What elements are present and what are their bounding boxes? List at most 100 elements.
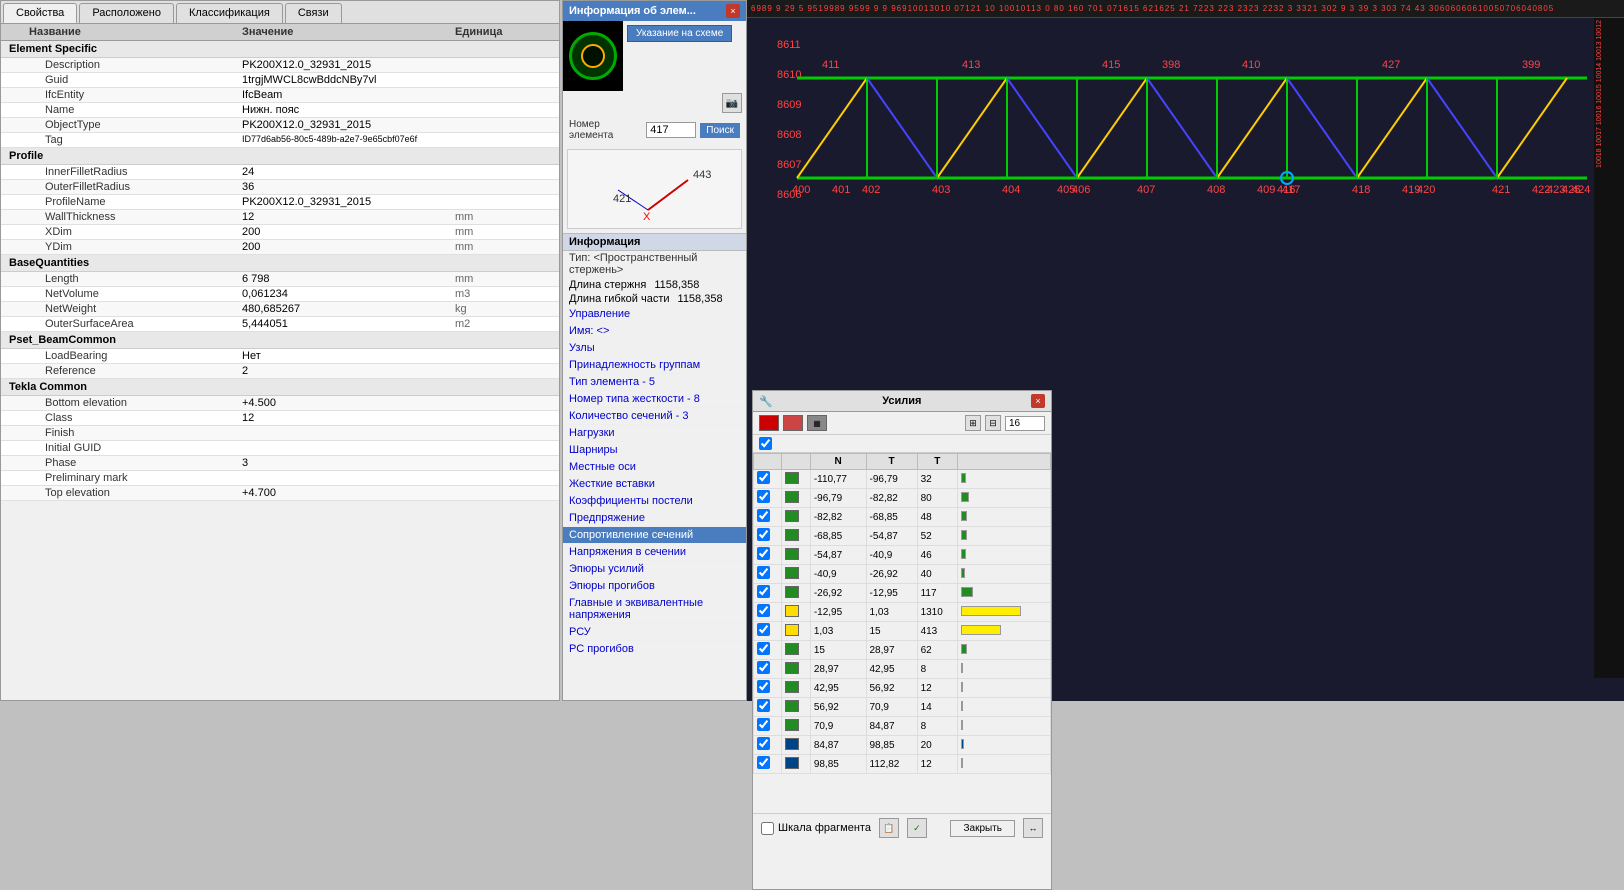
row-v1: -110,77 [810, 470, 866, 489]
element-diagram-svg: 443 421 X [568, 150, 738, 228]
svg-text:8608: 8608 [777, 129, 801, 141]
row-bar [958, 508, 1051, 527]
forces-table-row: -96,79-82,8280 [754, 489, 1051, 508]
row-bar [958, 660, 1051, 679]
camera-icon[interactable]: 📷 [722, 93, 742, 113]
link-group[interactable]: Принадлежность группам [563, 357, 746, 374]
color-btn-red[interactable] [759, 415, 779, 431]
col-unit-header: Единица [455, 26, 535, 38]
collapse-icon[interactable]: ⊟ [985, 415, 1001, 431]
row-check[interactable] [754, 660, 782, 679]
link-rsu[interactable]: РСУ [563, 624, 746, 641]
link-rigid-inserts[interactable]: Жесткие вставки [563, 476, 746, 493]
row-check[interactable] [754, 546, 782, 565]
forces-checkbox[interactable] [759, 437, 772, 450]
row-bar [958, 698, 1051, 717]
properties-body[interactable]: Element Specific DescriptionPK200X12.0_3… [1, 41, 559, 700]
row-v3: 12 [917, 679, 958, 698]
row-check[interactable] [754, 641, 782, 660]
link-force-diagrams[interactable]: Эпюры усилий [563, 561, 746, 578]
row-check[interactable] [754, 622, 782, 641]
tab-classification[interactable]: Классификация [176, 3, 283, 23]
row-bar [958, 546, 1051, 565]
prop-finish: Finish [1, 426, 559, 441]
row-check[interactable] [754, 717, 782, 736]
forces-table-row: -26,92-12,95117 [754, 584, 1051, 603]
expand-icon[interactable]: ⊞ [965, 415, 981, 431]
grid-btn[interactable]: ▦ [807, 415, 827, 431]
link-nodes[interactable]: Узлы [563, 340, 746, 357]
link-rs-deflections[interactable]: РС прогибов [563, 641, 746, 658]
prop-wallthickness: WallThickness12mm [1, 210, 559, 225]
link-name[interactable]: Имя: <> [563, 323, 746, 340]
row-check[interactable] [754, 584, 782, 603]
row-check[interactable] [754, 736, 782, 755]
svg-text:403: 403 [932, 184, 950, 196]
row-v3: 52 [917, 527, 958, 546]
row-v3: 46 [917, 546, 958, 565]
link-prestress[interactable]: Предпряжение [563, 510, 746, 527]
copy-icon[interactable]: 📋 [879, 818, 899, 838]
row-color [781, 603, 810, 622]
row-v2: -82,82 [866, 489, 917, 508]
link-bedding[interactable]: Коэффициенты постели [563, 493, 746, 510]
prop-tag: TagID77d6ab56-80c5-489b-a2e7-9e65cbf07e6… [1, 133, 559, 148]
link-deflection-diagrams[interactable]: Эпюры прогибов [563, 578, 746, 595]
row-check[interactable] [754, 527, 782, 546]
link-management[interactable]: Управление [563, 306, 746, 323]
link-element-type[interactable]: Тип элемента - 5 [563, 374, 746, 391]
scale-fragment-checkbox[interactable] [761, 822, 774, 835]
forces-icon: 🔧 [759, 395, 773, 408]
row-check[interactable] [754, 508, 782, 527]
row-check[interactable] [754, 679, 782, 698]
prop-guid: Guid1trgjMWCL8cwBddcNBy7vl [1, 73, 559, 88]
row-check[interactable] [754, 565, 782, 584]
row-check[interactable] [754, 698, 782, 717]
color-btn-dark-red[interactable] [783, 415, 803, 431]
row-v2: -54,87 [866, 527, 917, 546]
link-principal-stresses[interactable]: Главные и эквивалентные напряжения [563, 595, 746, 624]
row-v3: 8 [917, 717, 958, 736]
link-hinges[interactable]: Шарниры [563, 442, 746, 459]
flex-length-label: Длина гибкой части [569, 293, 670, 305]
forces-table-row: 98,85112,8212 [754, 755, 1051, 774]
links-list: Управление Имя: <> Узлы Принадлежность г… [563, 306, 746, 700]
row-v2: 1,03 [866, 603, 917, 622]
link-sections[interactable]: Количество сечений - 3 [563, 408, 746, 425]
schema-button[interactable]: Указание на схеме [627, 25, 732, 42]
link-loads[interactable]: Нагрузки [563, 425, 746, 442]
row-v1: 15 [810, 641, 866, 660]
row-bar [958, 489, 1051, 508]
row-color [781, 698, 810, 717]
num-element-input[interactable] [646, 122, 696, 138]
row-check[interactable] [754, 755, 782, 774]
search-button[interactable]: Поиск [700, 123, 740, 138]
col-check [754, 454, 782, 470]
row-v2: -40,9 [866, 546, 917, 565]
tab-links[interactable]: Связи [285, 3, 342, 23]
resize-icon[interactable]: ↔ [1023, 818, 1043, 838]
forces-table-container[interactable]: N T T -110,77-96,7932-96,79-82,8280-82,8… [753, 453, 1051, 813]
row-check[interactable] [754, 489, 782, 508]
group-tekla-common: Tekla Common [1, 379, 559, 396]
element-icon [569, 32, 617, 80]
row-check[interactable] [754, 470, 782, 489]
forces-table-row: 42,9556,9212 [754, 679, 1051, 698]
close-forces-button[interactable]: Закрыть [950, 820, 1015, 837]
link-local-axes[interactable]: Местные оси [563, 459, 746, 476]
svg-text:427: 427 [1382, 59, 1400, 71]
link-section-resistance[interactable]: Сопротивление сечений [563, 527, 746, 544]
forces-num-dropdown[interactable] [1005, 416, 1045, 431]
link-rigidity[interactable]: Номер типа жесткости - 8 [563, 391, 746, 408]
row-color [781, 736, 810, 755]
forces-close-button[interactable]: × [1031, 394, 1045, 408]
row-check[interactable] [754, 603, 782, 622]
row-color [781, 641, 810, 660]
element-info-close-button[interactable]: × [726, 4, 740, 18]
right-ruler: 10018 10017 10016 10015 10014 10013 1001… [1594, 18, 1624, 678]
tab-location[interactable]: Расположено [79, 3, 174, 23]
ok-icon[interactable]: ✓ [907, 818, 927, 838]
link-section-stress[interactable]: Напряжения в сечении [563, 544, 746, 561]
row-v3: 62 [917, 641, 958, 660]
tab-properties[interactable]: Свойства [3, 3, 77, 23]
